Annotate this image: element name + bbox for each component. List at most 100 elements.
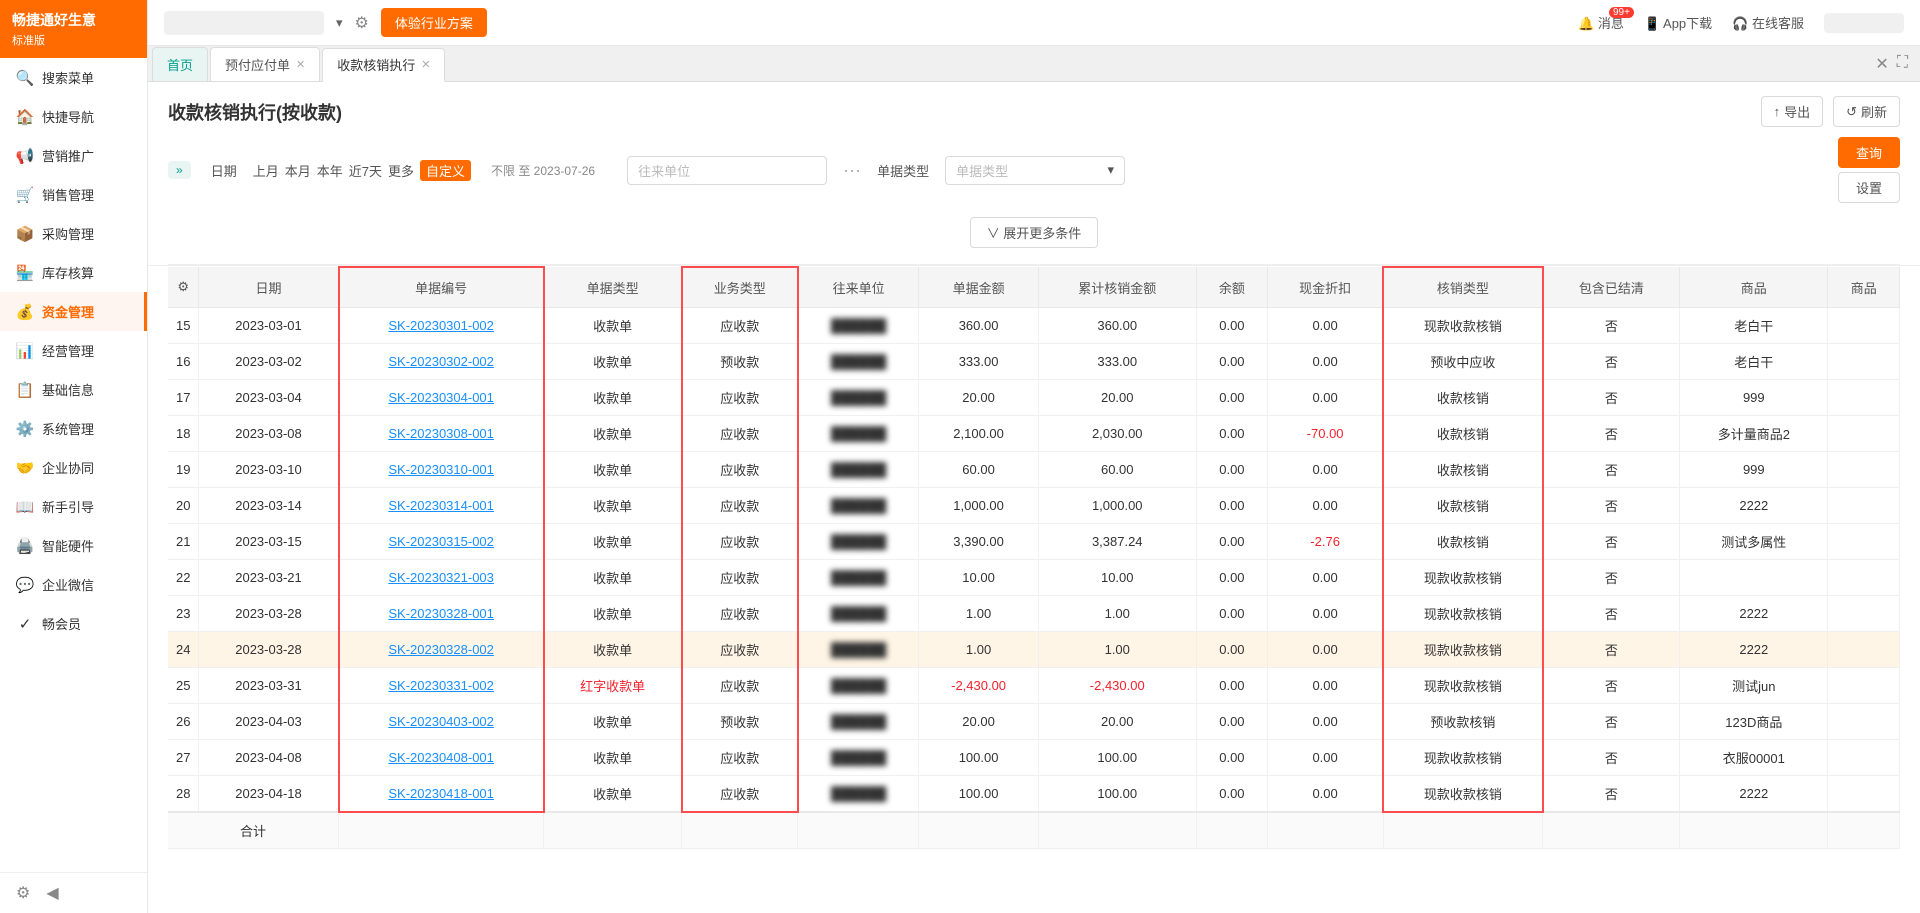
bill-no-link[interactable]: SK-20230301-002 <box>388 318 494 333</box>
sidebar-item-finance[interactable]: 💰资金管理 <box>0 292 147 331</box>
date-opt-7days[interactable]: 近7天 <box>349 161 382 180</box>
bill-no-link[interactable]: SK-20230315-002 <box>388 534 494 549</box>
tab-verify[interactable]: 收款核销执行 ✕ <box>322 48 445 82</box>
td-biz-type: 预收款 <box>682 704 798 740</box>
sidebar-item-sales[interactable]: 🛒销售管理 <box>0 175 147 214</box>
counterpart-input[interactable]: 往来单位 <box>627 156 827 185</box>
filter-expand-button[interactable]: » <box>168 161 191 179</box>
app-download-link[interactable]: 📱 App下载 <box>1644 13 1712 32</box>
close-tab-action[interactable]: ✕ <box>1875 54 1888 74</box>
bill-no-link[interactable]: SK-20230331-002 <box>388 678 494 693</box>
td-product2 <box>1828 416 1900 452</box>
bill-no-link[interactable]: SK-20230302-002 <box>388 354 494 369</box>
sidebar-item-wechat[interactable]: 💬企业微信 <box>0 565 147 604</box>
td-balance: 0.00 <box>1196 740 1267 776</box>
td-counterpart: ██████ <box>798 668 919 704</box>
sidebar-item-basic[interactable]: 📋基础信息 <box>0 370 147 409</box>
sidebar-item-search[interactable]: 🔍搜索菜单 <box>0 58 147 97</box>
bill-no-link[interactable]: SK-20230321-003 <box>388 570 494 585</box>
td-no: 15 <box>168 308 199 344</box>
td-biz-type: 应收款 <box>682 560 798 596</box>
sidebar-item-hardware[interactable]: 🖨️智能硬件 <box>0 526 147 565</box>
query-button[interactable]: 查询 <box>1838 137 1900 168</box>
td-no: 24 <box>168 632 199 668</box>
td-bill-no: SK-20230314-001 <box>339 488 544 524</box>
data-table: ⚙ 日期 单据编号 单据类型 业务类型 往来单位 单据金额 累计核销金额 余额 … <box>168 266 1900 849</box>
sidebar-item-purchase[interactable]: 📦采购管理 <box>0 214 147 253</box>
bill-no-link[interactable]: SK-20230328-001 <box>388 606 494 621</box>
sidebar-item-marketing[interactable]: 📢营销推广 <box>0 136 147 175</box>
maximize-tab-action[interactable]: ⛶ <box>1897 54 1908 74</box>
finance-icon: 💰 <box>16 303 34 321</box>
td-no: 22 <box>168 560 199 596</box>
filter-more-dots[interactable]: ··· <box>843 160 861 181</box>
footer-product2 <box>1828 812 1900 849</box>
th-settings[interactable]: ⚙ <box>168 267 199 308</box>
marketing-icon: 📢 <box>16 147 34 165</box>
verify-tab-close[interactable]: ✕ <box>421 58 430 71</box>
bill-no-link[interactable]: SK-20230418-001 <box>388 786 494 801</box>
date-label: 日期 <box>211 161 237 180</box>
td-verify-type: 收款核销 <box>1383 524 1543 560</box>
sidebar-item-member[interactable]: ✓畅会员 <box>0 604 147 643</box>
topbar-dropdown-icon[interactable]: ▾ <box>336 15 343 31</box>
bill-no-link[interactable]: SK-20230308-001 <box>388 426 494 441</box>
td-balance: 0.00 <box>1196 416 1267 452</box>
bill-no-link[interactable]: SK-20230408-001 <box>388 750 494 765</box>
td-date: 2023-03-10 <box>199 452 339 488</box>
bill-no-link[interactable]: SK-20230328-002 <box>388 642 494 657</box>
td-biz-type: 应收款 <box>682 740 798 776</box>
sidebar-item-system[interactable]: ⚙️系统管理 <box>0 409 147 448</box>
td-product2 <box>1828 668 1900 704</box>
td-product: 999 <box>1680 380 1828 416</box>
td-include-settled: 否 <box>1543 776 1680 813</box>
bill-no-link[interactable]: SK-20230304-001 <box>388 390 494 405</box>
footer-label: 合计 <box>168 812 339 849</box>
tabbar-actions: ✕ ⛶ <box>1875 54 1916 74</box>
tab-home[interactable]: 首页 <box>152 47 208 81</box>
online-service-link[interactable]: 🎧 在线客服 <box>1732 13 1804 32</box>
table-row: 25 2023-03-31 SK-20230331-002 红字收款单 应收款 … <box>168 668 1900 704</box>
settings-bottom-icon[interactable]: ⚙ <box>16 883 30 903</box>
filter-settings-button[interactable]: 设置 <box>1838 172 1900 203</box>
topbar-gear-icon[interactable]: ⚙ <box>355 13 369 33</box>
expand-more-button[interactable]: ∨ 展开更多条件 <box>970 217 1099 248</box>
solution-button[interactable]: 体验行业方案 <box>381 8 487 37</box>
td-product: 老白干 <box>1680 344 1828 380</box>
tab-prepay[interactable]: 预付应付单 ✕ <box>210 47 320 81</box>
bill-no-link[interactable]: SK-20230314-001 <box>388 498 494 513</box>
footer-bill-amount <box>919 812 1039 849</box>
sidebar-item-nav[interactable]: 🏠快捷导航 <box>0 97 147 136</box>
bill-type-select[interactable]: 单据类型 ▾ <box>945 156 1125 185</box>
footer-cumulative <box>1038 812 1196 849</box>
td-balance: 0.00 <box>1196 488 1267 524</box>
bill-no-link[interactable]: SK-20230403-002 <box>388 714 494 729</box>
td-balance: 0.00 <box>1196 596 1267 632</box>
topbar-search-placeholder <box>164 11 324 35</box>
page-header: 收款核销执行(按收款) ↑ 导出 ↺ 刷新 » 日期 <box>148 82 1920 266</box>
td-balance: 0.00 <box>1196 632 1267 668</box>
sidebar-logo-sub: 标准版 <box>12 32 135 48</box>
date-opt-last-month[interactable]: 上月 <box>253 161 279 180</box>
td-no: 28 <box>168 776 199 813</box>
sidebar-label-guide: 新手引导 <box>42 497 94 516</box>
sidebar-item-guide[interactable]: 📖新手引导 <box>0 487 147 526</box>
prepay-tab-close[interactable]: ✕ <box>296 58 305 71</box>
table-row: 20 2023-03-14 SK-20230314-001 收款单 应收款 ██… <box>168 488 1900 524</box>
notify-button[interactable]: 🔔 消息 99+ <box>1578 13 1624 32</box>
date-opt-this-month[interactable]: 本月 <box>285 161 311 180</box>
td-cumulative-verify: 3,387.24 <box>1038 524 1196 560</box>
export-button[interactable]: ↑ 导出 <box>1761 96 1824 127</box>
date-opt-this-year[interactable]: 本年 <box>317 161 343 180</box>
date-opt-more[interactable]: 更多 <box>388 161 414 180</box>
sidebar-item-operations[interactable]: 📊经营管理 <box>0 331 147 370</box>
collapse-icon[interactable]: ◀ <box>46 883 58 903</box>
date-opt-custom[interactable]: 自定义 <box>420 160 471 181</box>
td-product <box>1680 560 1828 596</box>
td-bill-type: 收款单 <box>544 740 682 776</box>
th-counterpart: 往来单位 <box>798 267 919 308</box>
refresh-button[interactable]: ↺ 刷新 <box>1833 96 1900 127</box>
sidebar-item-inventory[interactable]: 🏪库存核算 <box>0 253 147 292</box>
sidebar-item-collab[interactable]: 🤝企业协同 <box>0 448 147 487</box>
bill-no-link[interactable]: SK-20230310-001 <box>388 462 494 477</box>
